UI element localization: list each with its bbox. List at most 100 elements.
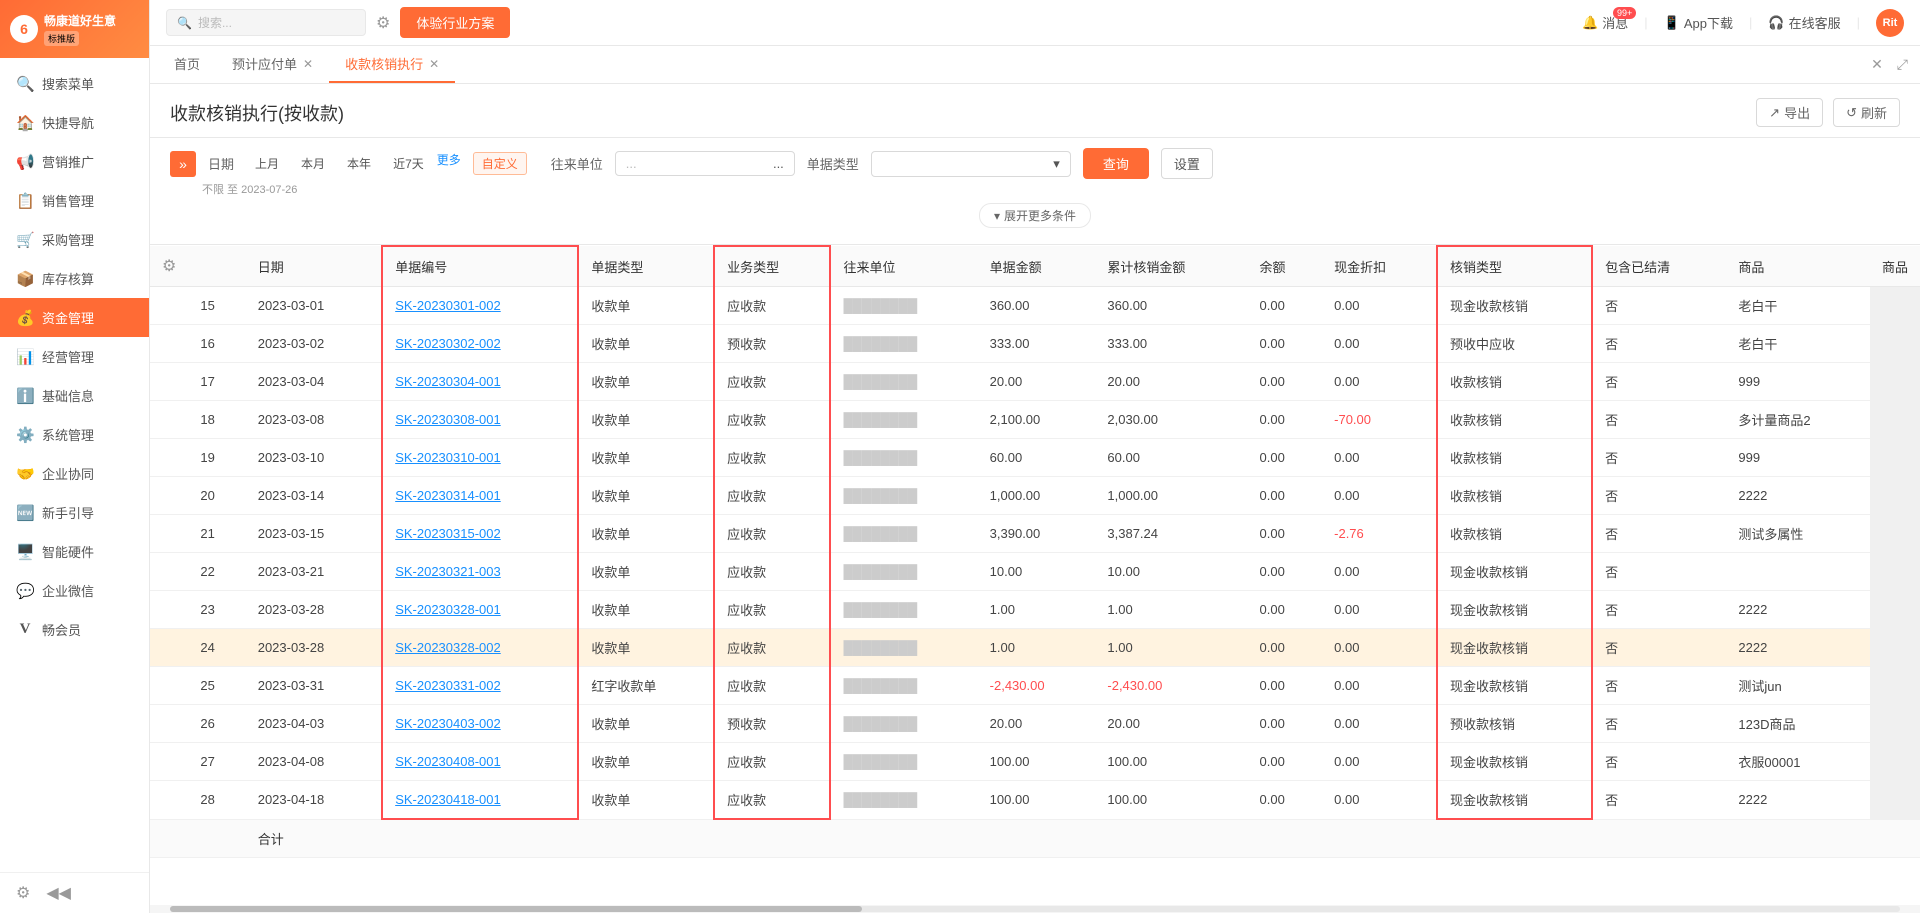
cell-cash-discount: 0.00 — [1322, 743, 1437, 781]
col-verify-type[interactable]: 核销类型 — [1437, 246, 1592, 287]
cell-product-img — [1870, 629, 1920, 667]
sidebar-item-wechat[interactable]: 💬企业微信 — [0, 571, 149, 610]
inventory-icon: 📦 — [16, 270, 34, 288]
solution-button[interactable]: 体验行业方案 — [400, 7, 510, 38]
cell-doc-no[interactable]: SK-20230314-001 — [382, 477, 578, 515]
cell-doc-no[interactable]: SK-20230302-002 — [382, 325, 578, 363]
cell-cash-discount: 0.00 — [1322, 629, 1437, 667]
horizontal-scrollbar[interactable] — [150, 905, 1920, 913]
refresh-button[interactable]: ↺ 刷新 — [1833, 98, 1900, 127]
total-settings-cell — [150, 819, 188, 858]
doc-no-link[interactable]: SK-20230328-002 — [395, 640, 501, 655]
col-balance[interactable]: 余额 — [1248, 246, 1323, 287]
cell-verify-type: 收款核销 — [1437, 401, 1592, 439]
doc-no-link[interactable]: SK-20230314-001 — [395, 488, 501, 503]
sidebar-item-quick-nav[interactable]: 🏠快捷导航 — [0, 103, 149, 142]
col-date[interactable]: 日期 — [246, 246, 382, 287]
tab-close-btn[interactable]: ✕ — [1867, 52, 1887, 77]
notification-bell[interactable]: 🔔 消息 99+ — [1582, 13, 1628, 32]
sidebar-item-purchase[interactable]: 🛒采购管理 — [0, 220, 149, 259]
cell-doc-no[interactable]: SK-20230315-002 — [382, 515, 578, 553]
col-cash-discount[interactable]: 现金折扣 — [1322, 246, 1437, 287]
doc-no-link[interactable]: SK-20230331-002 — [395, 678, 501, 693]
more-dates-btn[interactable]: 更多 — [437, 151, 461, 176]
sidebar-item-hardware[interactable]: 🖥️智能硬件 — [0, 532, 149, 571]
settings-gear-icon[interactable]: ⚙ — [376, 13, 390, 33]
cell-doc-no[interactable]: SK-20230321-003 — [382, 553, 578, 591]
tab-prepay-close[interactable]: ✕ — [303, 57, 313, 71]
app-download-link[interactable]: 📱 App下载 — [1664, 13, 1733, 32]
this-year-btn[interactable]: 本年 — [338, 151, 380, 176]
last-7-days-btn[interactable]: 近7天 — [384, 151, 433, 176]
tab-home[interactable]: 首页 — [158, 46, 216, 83]
query-button[interactable]: 查询 — [1083, 148, 1149, 179]
filter-settings-button[interactable]: 设置 — [1161, 148, 1213, 179]
tab-receipt-verify-close[interactable]: ✕ — [429, 57, 439, 71]
col-partner[interactable]: 往来单位 — [830, 246, 977, 287]
doc-no-link[interactable]: SK-20230418-001 — [395, 792, 501, 807]
doc-no-link[interactable]: SK-20230308-001 — [395, 412, 501, 427]
tab-receipt-verify[interactable]: 收款核销执行 ✕ — [329, 46, 455, 83]
cell-doc-no[interactable]: SK-20230328-002 — [382, 629, 578, 667]
sidebar-item-member[interactable]: V畅会员 — [0, 610, 149, 649]
export-button[interactable]: ↗ 导出 — [1756, 98, 1823, 127]
col-cumulative[interactable]: 累计核销金额 — [1095, 246, 1247, 287]
partner-input[interactable]: ... ... — [615, 151, 795, 176]
doc-type-select[interactable]: ▾ — [871, 151, 1071, 177]
sidebar-item-search[interactable]: 🔍搜索菜单 — [0, 64, 149, 103]
sidebar-item-inventory[interactable]: 📦库存核算 — [0, 259, 149, 298]
cell-doc-no[interactable]: SK-20230304-001 — [382, 363, 578, 401]
expand-conditions-btn[interactable]: ▾ 展开更多条件 — [979, 203, 1091, 228]
col-biz-type[interactable]: 业务类型 — [714, 246, 830, 287]
online-service-link[interactable]: 🎧 在线客服 — [1768, 13, 1840, 32]
sidebar-settings-icon[interactable]: ⚙ — [16, 883, 30, 903]
cell-doc-no[interactable]: SK-20230331-002 — [382, 667, 578, 705]
cell-doc-no[interactable]: SK-20230328-001 — [382, 591, 578, 629]
sidebar-item-system[interactable]: ⚙️系统管理 — [0, 415, 149, 454]
this-month-btn[interactable]: 本月 — [292, 151, 334, 176]
col-amount[interactable]: 单据金额 — [978, 246, 1096, 287]
sidebar-item-guide[interactable]: 🆕新手引导 — [0, 493, 149, 532]
cell-doc-no[interactable]: SK-20230408-001 — [382, 743, 578, 781]
doc-no-link[interactable]: SK-20230403-002 — [395, 716, 501, 731]
doc-no-link[interactable]: SK-20230304-001 — [395, 374, 501, 389]
cell-doc-no[interactable]: SK-20230418-001 — [382, 781, 578, 820]
col-product2[interactable]: 商品 — [1870, 246, 1920, 287]
tab-expand-btn[interactable]: ⤢ — [1893, 52, 1912, 77]
custom-date-btn[interactable]: 自定义 — [473, 152, 527, 175]
cell-row-num: 27 — [188, 743, 245, 781]
filter-toggle-btn[interactable]: » — [170, 151, 196, 177]
sidebar-item-basic[interactable]: ℹ️基础信息 — [0, 376, 149, 415]
col-doc-type[interactable]: 单据类型 — [578, 246, 714, 287]
doc-no-link[interactable]: SK-20230321-003 — [395, 564, 501, 579]
sidebar-item-sales[interactable]: 📋销售管理 — [0, 181, 149, 220]
user-avatar[interactable]: Rit — [1876, 9, 1904, 37]
sidebar-collapse-icon[interactable]: ◀◀ — [46, 883, 71, 903]
col-product1[interactable]: 商品 — [1726, 246, 1870, 287]
bell-icon: 🔔 — [1582, 15, 1598, 31]
col-include-cleared[interactable]: 包含已结清 — [1592, 246, 1726, 287]
doc-no-link[interactable]: SK-20230328-001 — [395, 602, 501, 617]
doc-no-link[interactable]: SK-20230301-002 — [395, 298, 501, 313]
table-row: 222023-03-21SK-20230321-003收款单应收款███████… — [150, 553, 1920, 591]
col-settings[interactable]: ⚙ — [150, 246, 188, 287]
last-month-btn[interactable]: 上月 — [246, 151, 288, 176]
cell-partner: ████████ — [830, 439, 977, 477]
sidebar-item-operations[interactable]: 📊经营管理 — [0, 337, 149, 376]
sidebar-item-enterprise[interactable]: 🤝企业协同 — [0, 454, 149, 493]
cell-doc-no[interactable]: SK-20230310-001 — [382, 439, 578, 477]
doc-no-link[interactable]: SK-20230310-001 — [395, 450, 501, 465]
topbar-search[interactable]: 🔍 搜索... — [166, 9, 366, 36]
column-settings-icon[interactable]: ⚙ — [162, 258, 176, 275]
sidebar-item-finance[interactable]: 💰资金管理 — [0, 298, 149, 337]
cell-doc-no[interactable]: SK-20230308-001 — [382, 401, 578, 439]
tab-prepay[interactable]: 预计应付单 ✕ — [216, 46, 329, 83]
scrollbar-thumb[interactable] — [170, 906, 862, 912]
cell-doc-no[interactable]: SK-20230403-002 — [382, 705, 578, 743]
col-doc-no[interactable]: 单据编号 — [382, 246, 578, 287]
doc-no-link[interactable]: SK-20230408-001 — [395, 754, 501, 769]
cell-doc-no[interactable]: SK-20230301-002 — [382, 287, 578, 325]
doc-no-link[interactable]: SK-20230315-002 — [395, 526, 501, 541]
sidebar-item-marketing[interactable]: 📢营销推广 — [0, 142, 149, 181]
doc-no-link[interactable]: SK-20230302-002 — [395, 336, 501, 351]
